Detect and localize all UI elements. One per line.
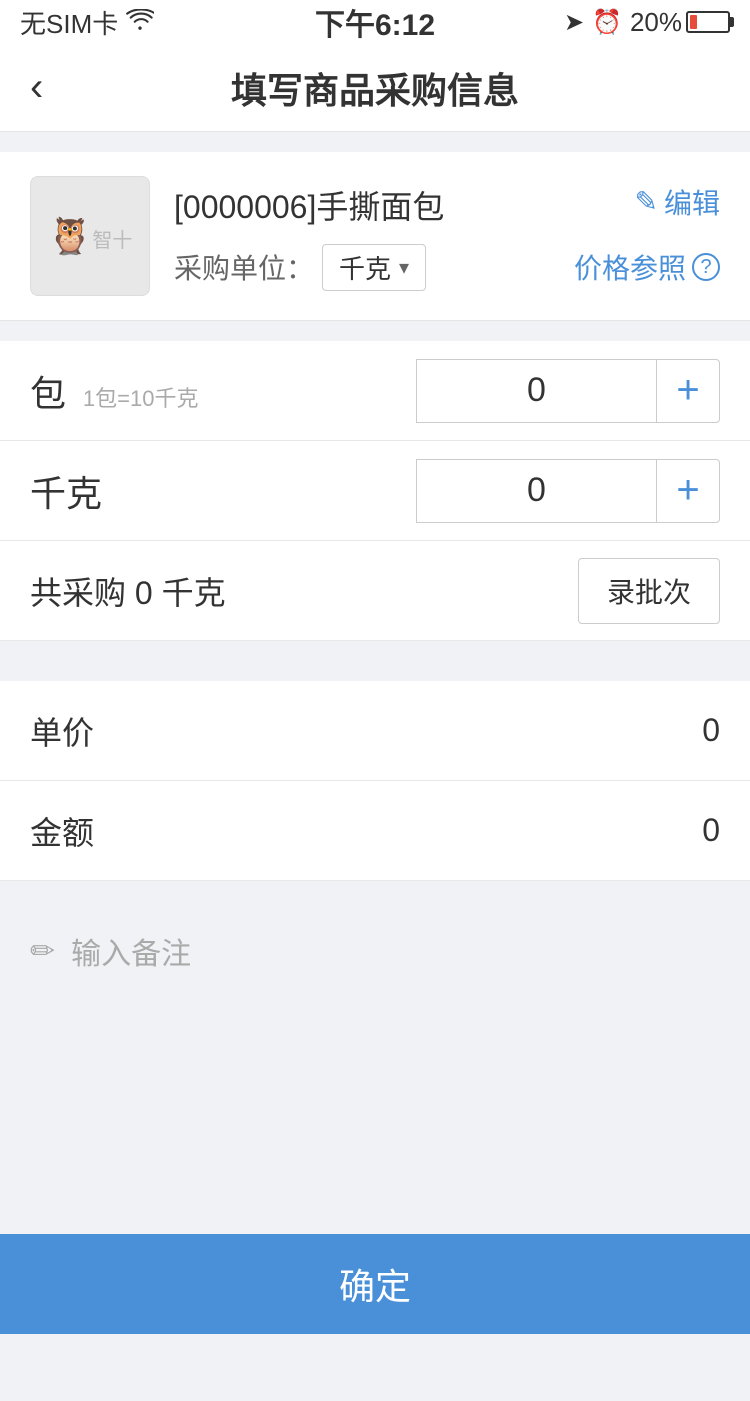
back-button[interactable]: ‹ <box>30 65 43 110</box>
back-icon: ‹ <box>30 65 43 110</box>
confirm-button[interactable]: 确定 <box>0 1234 750 1334</box>
summary-text: 共采购 0 千克 <box>30 568 226 614</box>
pack-label-group: 包 1包=10千克 <box>30 365 210 417</box>
kg-label: 千克 <box>30 473 102 514</box>
unit-price-value: 0 <box>702 712 720 749</box>
unit-label: 采购单位： <box>174 247 314 287</box>
unit-price-label: 单价 <box>30 708 94 754</box>
amount-value: 0 <box>702 812 720 849</box>
product-image: 🦉 智十 <box>30 176 150 296</box>
unit-selector-group: 采购单位： 千克 ▾ <box>174 244 426 291</box>
pack-qty-box: 0 + <box>416 359 720 423</box>
product-name: [0000006]手撕面包 <box>174 182 444 228</box>
input-section: 包 1包=10千克 0 + 千克 0 <box>0 341 750 541</box>
unit-value: 千克 <box>339 249 391 286</box>
unit-price-row: 单价 0 <box>0 681 750 781</box>
unit-row: 采购单位： 千克 ▾ 价格参照 ? <box>174 244 720 291</box>
battery-indicator: 20% <box>630 7 730 38</box>
note-section[interactable]: ✏ 输入备注 <box>0 901 750 1001</box>
kg-qty-input[interactable]: 0 <box>416 459 656 523</box>
nav-title: 填写商品采购信息 <box>231 62 519 114</box>
alarm-icon: ⏰ <box>592 8 622 37</box>
product-info: [0000006]手撕面包 ✎ 编辑 采购单位： 千克 ▾ 价格参照 ? <box>174 182 720 291</box>
kg-controls: 0 + <box>210 459 720 523</box>
amount-label: 金额 <box>30 808 94 854</box>
pencil-icon: ✏ <box>30 934 55 969</box>
pack-sub-label: 1包=10千克 <box>83 386 199 411</box>
battery-fill <box>690 15 697 29</box>
kg-input-row: 千克 0 + <box>0 441 750 541</box>
location-icon: ➤ <box>564 8 584 37</box>
status-bar: 无SIM卡 下午6:12 ➤ ⏰ 20% <box>0 0 750 44</box>
pack-qty-value: 0 <box>527 371 546 410</box>
edit-button[interactable]: ✎ 编辑 <box>635 182 720 222</box>
section-divider-2 <box>0 641 750 661</box>
owl-icon: 🦉 <box>48 215 93 257</box>
pack-plus-button[interactable]: + <box>656 359 720 423</box>
wifi-icon <box>126 7 154 38</box>
status-left: 无SIM卡 <box>20 4 154 41</box>
kg-label-group: 千克 <box>30 465 210 517</box>
summary-row: 共采购 0 千克 录批次 <box>0 541 750 641</box>
price-ref-button[interactable]: 价格参照 ? <box>574 247 720 287</box>
carrier-text: 无SIM卡 <box>20 4 118 41</box>
pack-input-row: 包 1包=10千克 0 + <box>0 341 750 441</box>
batch-button[interactable]: 录批次 <box>578 558 720 624</box>
kg-plus-button[interactable]: + <box>656 459 720 523</box>
battery-box <box>686 11 730 33</box>
battery-percent: 20% <box>630 7 682 38</box>
kg-qty-box: 0 + <box>416 459 720 523</box>
chevron-down-icon: ▾ <box>399 255 409 280</box>
product-card: 🦉 智十 [0000006]手撕面包 ✎ 编辑 采购单位： 千克 ▾ <box>0 152 750 321</box>
edit-icon: ✎ <box>635 185 658 218</box>
kg-qty-value: 0 <box>527 471 546 510</box>
owl-text: 智十 <box>92 224 132 253</box>
status-time: 下午6:12 <box>315 0 435 44</box>
pack-qty-input[interactable]: 0 <box>416 359 656 423</box>
price-ref-label: 价格参照 <box>574 247 686 287</box>
product-name-row: [0000006]手撕面包 ✎ 编辑 <box>174 182 720 228</box>
edit-label: 编辑 <box>664 182 720 222</box>
pack-label: 包 <box>30 373 66 414</box>
note-placeholder: 输入备注 <box>71 929 191 973</box>
pack-controls: 0 + <box>210 359 720 423</box>
status-right: ➤ ⏰ 20% <box>564 7 730 38</box>
price-ref-info-icon: ? <box>692 253 720 281</box>
price-section: 单价 0 金额 0 <box>0 681 750 881</box>
section-divider-1 <box>0 321 750 341</box>
nav-bar: ‹ 填写商品采购信息 <box>0 44 750 132</box>
unit-select[interactable]: 千克 ▾ <box>322 244 426 291</box>
amount-row: 金额 0 <box>0 781 750 881</box>
